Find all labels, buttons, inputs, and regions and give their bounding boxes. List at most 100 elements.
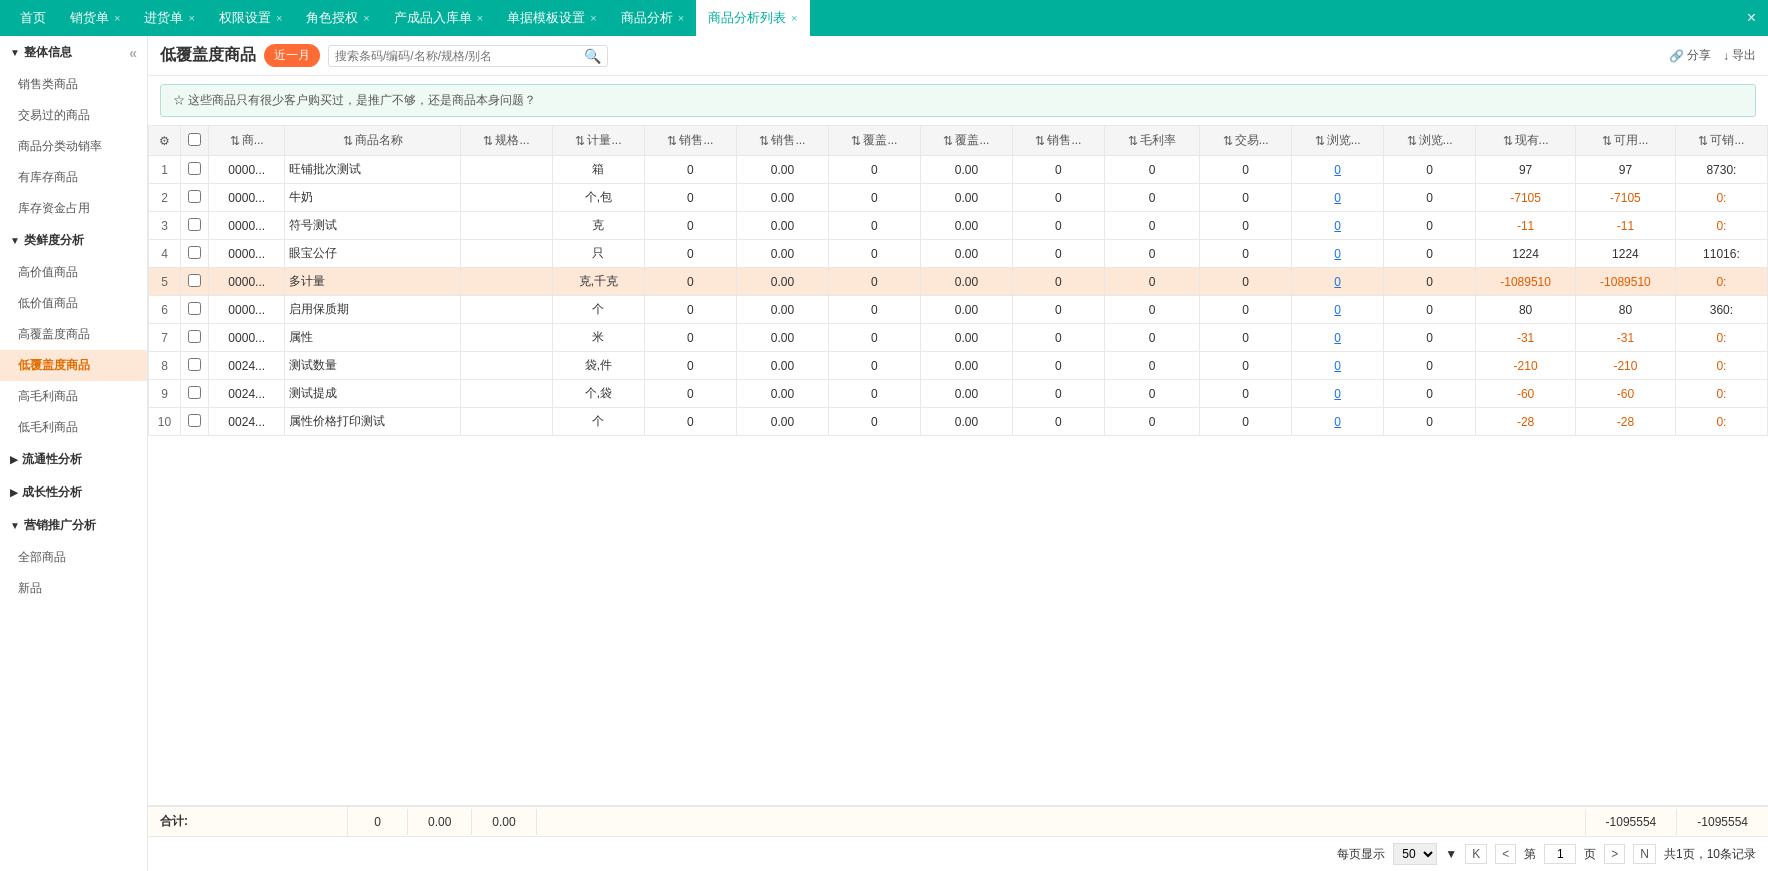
row-checkbox[interactable] — [181, 240, 209, 268]
row-views1[interactable]: 0 — [1292, 212, 1384, 240]
sidebar-item-high-coverage[interactable]: 高覆盖度商品 — [0, 319, 147, 350]
row-sales3: 0 — [1012, 408, 1104, 436]
sidebar-item-category-rate[interactable]: 商品分类动销率 — [0, 131, 147, 162]
main-container: ▼ 整体信息 « 销售类商品 交易过的商品 商品分类动销率 有库存商品 库存资金… — [0, 36, 1768, 871]
row-views1[interactable]: 0 — [1292, 268, 1384, 296]
sidebar-section-marketing[interactable]: ▼ 营销推广分析 — [0, 509, 147, 542]
nav-product-storage[interactable]: 产成品入库单 × — [382, 0, 495, 36]
row-coverage2: 0.00 — [920, 184, 1012, 212]
sidebar-item-low-value[interactable]: 低价值商品 — [0, 288, 147, 319]
row-checkbox[interactable] — [181, 352, 209, 380]
nav-close-icon[interactable]: × — [363, 12, 369, 24]
header-actions: 🔗 分享 ↓ 导出 — [1669, 47, 1756, 64]
sidebar-item-sales-goods[interactable]: 销售类商品 — [0, 69, 147, 100]
row-checkbox[interactable] — [181, 324, 209, 352]
last-page-button[interactable]: N — [1633, 844, 1656, 864]
nav-product-analysis-list[interactable]: 商品分析列表 × — [696, 0, 809, 36]
col-coverage1[interactable]: ⇅覆盖... — [828, 126, 920, 156]
first-page-button[interactable]: K — [1465, 844, 1487, 864]
sidebar-item-low-margin[interactable]: 低毛利商品 — [0, 412, 147, 443]
col-trade[interactable]: ⇅交易... — [1200, 126, 1292, 156]
col-views2[interactable]: ⇅浏览... — [1384, 126, 1476, 156]
col-unit[interactable]: ⇅计量... — [552, 126, 644, 156]
row-views1[interactable]: 0 — [1292, 184, 1384, 212]
nav-close-icon[interactable]: × — [791, 12, 797, 24]
row-checkbox[interactable] — [181, 156, 209, 184]
row-sales-qty: 0 — [644, 268, 736, 296]
col-sales-amt[interactable]: ⇅销售... — [736, 126, 828, 156]
sidebar-section-freshness[interactable]: ▼ 类鲜度分析 — [0, 224, 147, 257]
row-checkbox[interactable] — [181, 268, 209, 296]
sidebar-section-growth[interactable]: ▶ 成长性分析 — [0, 476, 147, 509]
col-sales3[interactable]: ⇅销售... — [1012, 126, 1104, 156]
col-coverage2[interactable]: ⇅覆盖... — [920, 126, 1012, 156]
row-spec — [461, 268, 553, 296]
export-button[interactable]: ↓ 导出 — [1723, 47, 1756, 64]
col-gross-margin[interactable]: ⇅毛利率 — [1104, 126, 1199, 156]
col-name[interactable]: ⇅商品名称 — [285, 126, 461, 156]
sidebar-collapse-icon[interactable]: « — [129, 45, 137, 61]
row-views1[interactable]: 0 — [1292, 408, 1384, 436]
next-page-button[interactable]: > — [1604, 844, 1625, 864]
row-views1[interactable]: 0 — [1292, 352, 1384, 380]
sidebar-item-new-goods[interactable]: 新品 — [0, 573, 147, 604]
select-all-checkbox[interactable] — [188, 133, 201, 146]
sidebar-item-high-margin[interactable]: 高毛利商品 — [0, 381, 147, 412]
settings-icon[interactable]: ⚙ — [159, 134, 170, 148]
page-number-input[interactable] — [1544, 844, 1576, 864]
row-checkbox[interactable] — [181, 408, 209, 436]
col-settings[interactable]: ⚙ — [149, 126, 181, 156]
nav-close-icon[interactable]: × — [114, 12, 120, 24]
row-views1[interactable]: 0 — [1292, 240, 1384, 268]
sidebar-item-stock-fund[interactable]: 库存资金占用 — [0, 193, 147, 224]
nav-close-icon[interactable]: × — [678, 12, 684, 24]
col-views1[interactable]: ⇅浏览... — [1292, 126, 1384, 156]
table-row: 6 0000... 启用保质期 个 0 0.00 0 0.00 0 0 0 0 … — [149, 296, 1768, 324]
col-current-stock[interactable]: ⇅现有... — [1476, 126, 1576, 156]
nav-permission-settings[interactable]: 权限设置 × — [207, 0, 294, 36]
col-checkbox[interactable] — [181, 126, 209, 156]
nav-close-icon[interactable]: × — [590, 12, 596, 24]
row-checkbox[interactable] — [181, 380, 209, 408]
nav-purchase-order[interactable]: 进货单 × — [132, 0, 206, 36]
sidebar-item-traded-goods[interactable]: 交易过的商品 — [0, 100, 147, 131]
share-button[interactable]: 🔗 分享 — [1669, 47, 1711, 64]
sidebar-item-low-coverage[interactable]: 低覆盖度商品 — [0, 350, 147, 381]
row-views2: 0 — [1384, 380, 1476, 408]
col-available-stock[interactable]: ⇅可用... — [1576, 126, 1676, 156]
sidebar-item-high-value[interactable]: 高价值商品 — [0, 257, 147, 288]
row-checkbox[interactable] — [181, 212, 209, 240]
sidebar-item-all-goods[interactable]: 全部商品 — [0, 542, 147, 573]
nav-template-settings[interactable]: 单据模板设置 × — [495, 0, 608, 36]
row-checkbox[interactable] — [181, 184, 209, 212]
row-code: 0024... — [209, 352, 285, 380]
row-sales-amt: 0.00 — [736, 296, 828, 324]
nav-home[interactable]: 首页 — [8, 0, 58, 36]
nav-role-auth[interactable]: 角色授权 × — [294, 0, 381, 36]
col-sellable[interactable]: ⇅可销... — [1675, 126, 1767, 156]
row-checkbox[interactable] — [181, 296, 209, 324]
sidebar-item-stock-goods[interactable]: 有库存商品 — [0, 162, 147, 193]
sidebar-section-liquidity[interactable]: ▶ 流通性分析 — [0, 443, 147, 476]
nav-product-analysis[interactable]: 商品分析 × — [609, 0, 696, 36]
sidebar-toggle[interactable]: ▼ 整体信息 « — [0, 36, 147, 69]
nav-close-icon[interactable]: × — [188, 12, 194, 24]
col-spec[interactable]: ⇅规格... — [461, 126, 553, 156]
nav-close-icon[interactable]: × — [276, 12, 282, 24]
col-sales-qty[interactable]: ⇅销售... — [644, 126, 736, 156]
nav-close-icon[interactable]: × — [477, 12, 483, 24]
row-coverage2: 0.00 — [920, 212, 1012, 240]
current-page-prefix: 第 — [1524, 846, 1536, 863]
row-views1[interactable]: 0 — [1292, 324, 1384, 352]
page-size-select[interactable]: 50 — [1393, 843, 1437, 865]
row-available-stock: -1089510 — [1576, 268, 1676, 296]
time-filter-button[interactable]: 近一月 — [264, 44, 320, 67]
col-code[interactable]: ⇅商... — [209, 126, 285, 156]
row-views1[interactable]: 0 — [1292, 156, 1384, 184]
search-input[interactable] — [335, 49, 584, 63]
window-close-icon[interactable]: × — [1747, 9, 1756, 27]
prev-page-button[interactable]: < — [1495, 844, 1516, 864]
nav-sales-order[interactable]: 销货单 × — [58, 0, 132, 36]
row-views1[interactable]: 0 — [1292, 380, 1384, 408]
row-views1[interactable]: 0 — [1292, 296, 1384, 324]
